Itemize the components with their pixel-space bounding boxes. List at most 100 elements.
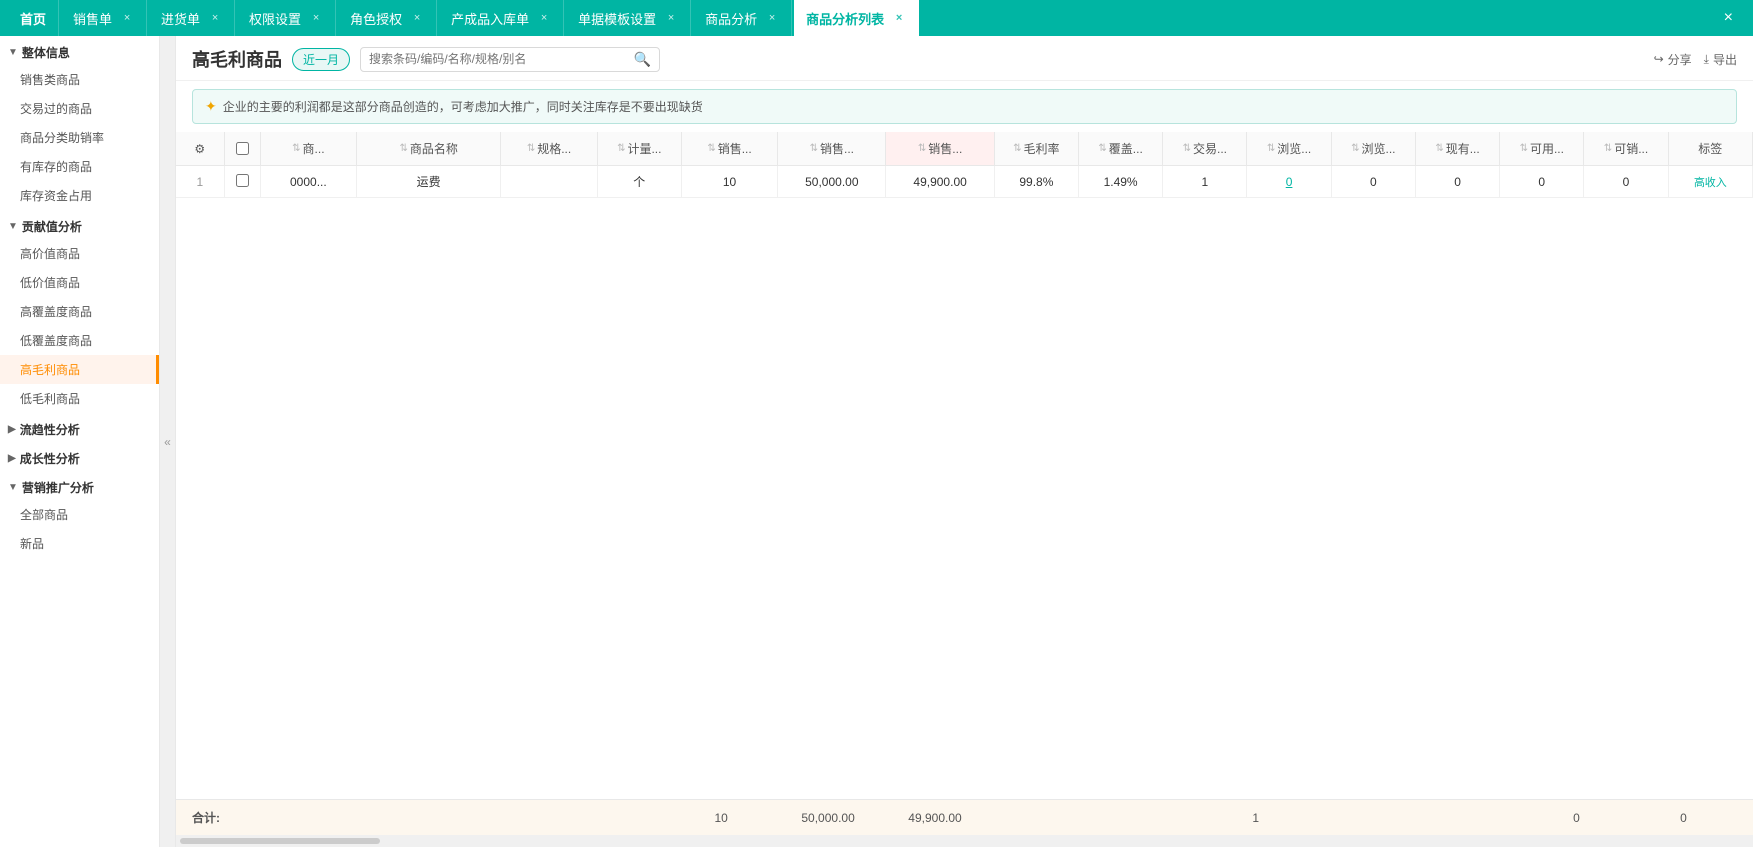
cell-sellable: 0 [1584, 166, 1668, 198]
col-unit[interactable]: ⇅ 计量... [597, 132, 681, 166]
sidebar-group-contribution[interactable]: ▼ 贡献值分析 [0, 210, 159, 239]
col-transactions[interactable]: ⇅ 交易... [1163, 132, 1247, 166]
col-sales-amount[interactable]: ⇅ 销售... [778, 132, 886, 166]
col-views2[interactable]: ⇅ 浏览... [1331, 132, 1415, 166]
sidebar-item-all-goods[interactable]: 全部商品 [0, 500, 159, 529]
nav-label: 商品分析 [705, 9, 757, 28]
nav-purchase[interactable]: 进货单 × [149, 0, 235, 36]
sidebar-item-low-value[interactable]: 低价值商品 [0, 268, 159, 297]
col-coverage[interactable]: ⇅ 覆盖... [1078, 132, 1162, 166]
nav-close-icon[interactable]: × [537, 11, 551, 25]
col-views1[interactable]: ⇅ 浏览... [1247, 132, 1331, 166]
sidebar-item-category-rate[interactable]: 商品分类助销率 [0, 123, 159, 152]
col-settings[interactable]: ⚙ [176, 132, 224, 166]
sidebar-item-sales-goods[interactable]: 销售类商品 [0, 65, 159, 94]
sidebar-collapse-button[interactable]: « [160, 36, 176, 847]
cell-current-stock: 0 [1415, 166, 1499, 198]
footer-cell-3 [454, 811, 561, 825]
nav-close-icon[interactable]: × [765, 11, 779, 25]
sidebar-item-stock-goods[interactable]: 有库存的商品 [0, 152, 159, 181]
sidebar-item-new-goods[interactable]: 新品 [0, 529, 159, 558]
sort-icon: ⇅ [527, 143, 535, 154]
col-sellable[interactable]: ⇅ 可销... [1584, 132, 1668, 166]
sidebar-item-low-coverage[interactable]: 低覆盖度商品 [0, 326, 159, 355]
nav-label: 产成品入库单 [451, 9, 529, 28]
sidebar-group-marketing[interactable]: ▼ 营销推广分析 [0, 471, 159, 500]
share-button[interactable]: ↪ 分享 [1654, 51, 1692, 68]
footer-sales-profit: 49,900.00 [882, 811, 989, 825]
nav-close-icon[interactable]: × [410, 11, 424, 25]
nav-label: 销售单 [73, 9, 112, 28]
col-current-stock[interactable]: ⇅ 现有... [1415, 132, 1499, 166]
sidebar-item-stock-capital[interactable]: 库存资金占用 [0, 181, 159, 210]
search-icon[interactable]: 🔍 [634, 51, 651, 68]
footer-c3 [1309, 811, 1416, 825]
nav-label: 单据模板设置 [578, 9, 656, 28]
chevron-right-icon: ▶ [8, 453, 16, 464]
sort-icon: ⇅ [1267, 143, 1275, 154]
table-header-row: ⚙ ⇅ 商... ⇅ [176, 132, 1753, 166]
nav-close-icon[interactable]: × [892, 11, 906, 25]
scrollbar-thumb[interactable] [180, 838, 380, 844]
info-banner: ✦ 企业的主要的利润都是这部分商品创造的，可考虑加大推广，同时关注库存是不要出现… [192, 89, 1737, 124]
col-tag[interactable]: 标签 [1668, 132, 1752, 166]
col-sales-qty[interactable]: ⇅ 销售... [681, 132, 777, 166]
nav-template[interactable]: 单据模板设置 × [566, 0, 691, 36]
horizontal-scrollbar[interactable] [176, 835, 1753, 847]
nav-analysis[interactable]: 商品分析 × [693, 0, 792, 36]
nav-close-icon[interactable]: × [208, 11, 222, 25]
nav-role[interactable]: 角色授权 × [338, 0, 437, 36]
filter-recent-month-button[interactable]: 近一月 [292, 48, 350, 71]
col-gross-margin[interactable]: ⇅ 毛利率 [994, 132, 1078, 166]
chevron-down-icon: ▼ [8, 47, 18, 58]
sidebar-group-label: 整体信息 [22, 44, 70, 61]
sort-icon: ⇅ [1351, 143, 1359, 154]
footer-sales-amount: 50,000.00 [775, 811, 882, 825]
col-code[interactable]: ⇅ 商... [260, 132, 356, 166]
sidebar-group-overview[interactable]: ▼ 整体信息 [0, 36, 159, 65]
sort-icon: ⇅ [1435, 143, 1443, 154]
nav-home-label: 首页 [20, 9, 46, 28]
nav-close-icon[interactable]: × [120, 11, 134, 25]
nav-permission[interactable]: 权限设置 × [237, 0, 336, 36]
sidebar-group-growth[interactable]: ▶ 成长性分析 [0, 442, 159, 471]
sidebar-item-high-margin[interactable]: 高毛利商品 [0, 355, 159, 384]
cell-checkbox[interactable] [224, 166, 260, 198]
table-container: ⚙ ⇅ 商... ⇅ [176, 132, 1753, 799]
cell-available: 0 [1500, 166, 1584, 198]
nav-close-icon[interactable]: × [309, 11, 323, 25]
row-checkbox[interactable] [236, 174, 249, 187]
footer-current-stock: 0 [1523, 811, 1630, 825]
col-name[interactable]: ⇅ 商品名称 [356, 132, 500, 166]
sort-icon: ⇅ [1183, 143, 1191, 154]
nav-close-icon[interactable]: × [664, 11, 678, 25]
export-button[interactable]: ⤓ 导出 [1704, 51, 1737, 68]
sidebar-item-low-margin[interactable]: 低毛利商品 [0, 384, 159, 413]
page-title: 高毛利商品 [192, 46, 282, 72]
sidebar-item-high-coverage[interactable]: 高覆盖度商品 [0, 297, 159, 326]
window-close-button[interactable]: × [1712, 9, 1745, 27]
settings-icon: ⚙ [194, 142, 205, 156]
sort-icon: ⇅ [810, 143, 818, 154]
nav-sales-order[interactable]: 销售单 × [61, 0, 147, 36]
sidebar-wrapper: ▼ 整体信息 销售类商品 交易过的商品 商品分类助销率 有库存的商品 库存资金占… [0, 36, 176, 847]
search-input[interactable] [369, 52, 628, 66]
col-checkbox[interactable] [224, 132, 260, 166]
top-nav: 首页 销售单 × 进货单 × 权限设置 × 角色授权 × 产成品入库单 × 单据… [0, 0, 1753, 36]
nav-inbound[interactable]: 产成品入库单 × [439, 0, 564, 36]
search-box: 🔍 [360, 47, 660, 72]
col-sales-profit[interactable]: ⇅ 销售... [886, 132, 994, 166]
nav-label: 权限设置 [249, 9, 301, 28]
sidebar-item-high-value[interactable]: 高价值商品 [0, 239, 159, 268]
sort-icon: ⇅ [399, 143, 407, 154]
cell-sales-qty: 10 [681, 166, 777, 198]
nav-home[interactable]: 首页 [8, 0, 59, 36]
views1-link[interactable]: 0 [1286, 175, 1293, 189]
chevron-right-icon: ▶ [8, 424, 16, 435]
select-all-checkbox[interactable] [236, 142, 249, 155]
sidebar-item-traded-goods[interactable]: 交易过的商品 [0, 94, 159, 123]
nav-analysis-list[interactable]: 商品分析列表 × [794, 0, 919, 36]
col-available[interactable]: ⇅ 可用... [1500, 132, 1584, 166]
col-spec[interactable]: ⇅ 规格... [501, 132, 597, 166]
sidebar-group-flow[interactable]: ▶ 流趋性分析 [0, 413, 159, 442]
